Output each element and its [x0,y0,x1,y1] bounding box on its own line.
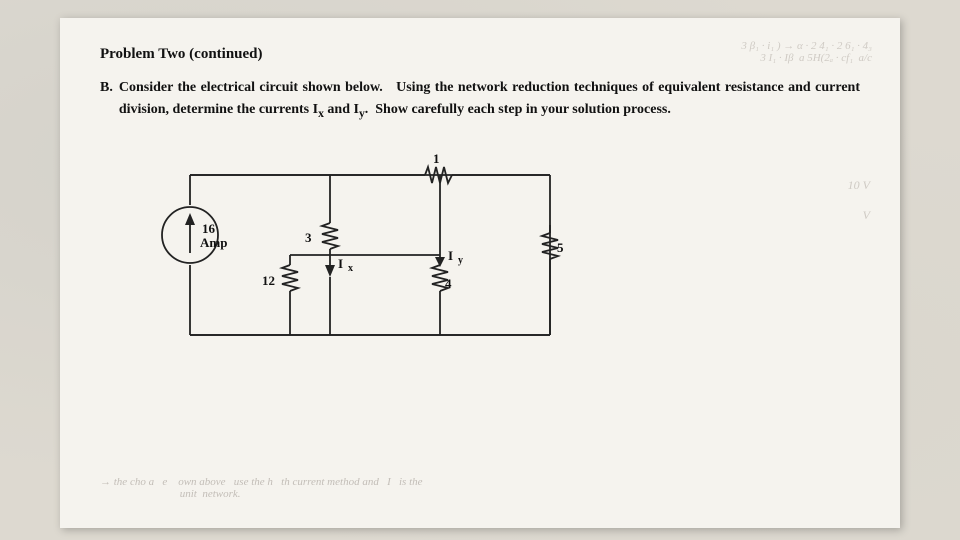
svg-text:x: x [348,263,353,274]
paper-sheet: 3 β₁ · i₁ ) → α · 2 4₁ · 2 6₁ · 4₃ 3 I₁ … [60,18,900,528]
svg-text:16: 16 [202,221,216,236]
svg-text:5: 5 [557,240,564,255]
bg-equation-top: 3 β₁ · i₁ ) → α · 2 4₁ · 2 6₁ · 4₃ 3 I₁ … [741,40,872,64]
bottom-faded-text: → the cho a e own above use the h th cur… [100,476,423,500]
section-text: Consider the electrical circuit shown be… [119,77,860,123]
svg-text:I: I [338,256,343,271]
section-label-b: B. [100,77,113,123]
svg-text:3: 3 [305,230,312,245]
svg-text:12: 12 [262,273,275,288]
svg-text:Amp: Amp [200,235,227,250]
svg-text:y: y [458,255,463,266]
svg-text:4: 4 [445,276,452,291]
problem-body: B. Consider the electrical circuit shown… [100,77,860,123]
right-side-faded-text: 10 V V [848,178,870,223]
svg-text:I: I [448,248,453,263]
circuit-diagram: .wire { stroke: #222; stroke-width: 1.8;… [130,145,570,365]
svg-text:1: 1 [433,151,440,166]
circuit-svg: .wire { stroke: #222; stroke-width: 1.8;… [130,145,570,365]
